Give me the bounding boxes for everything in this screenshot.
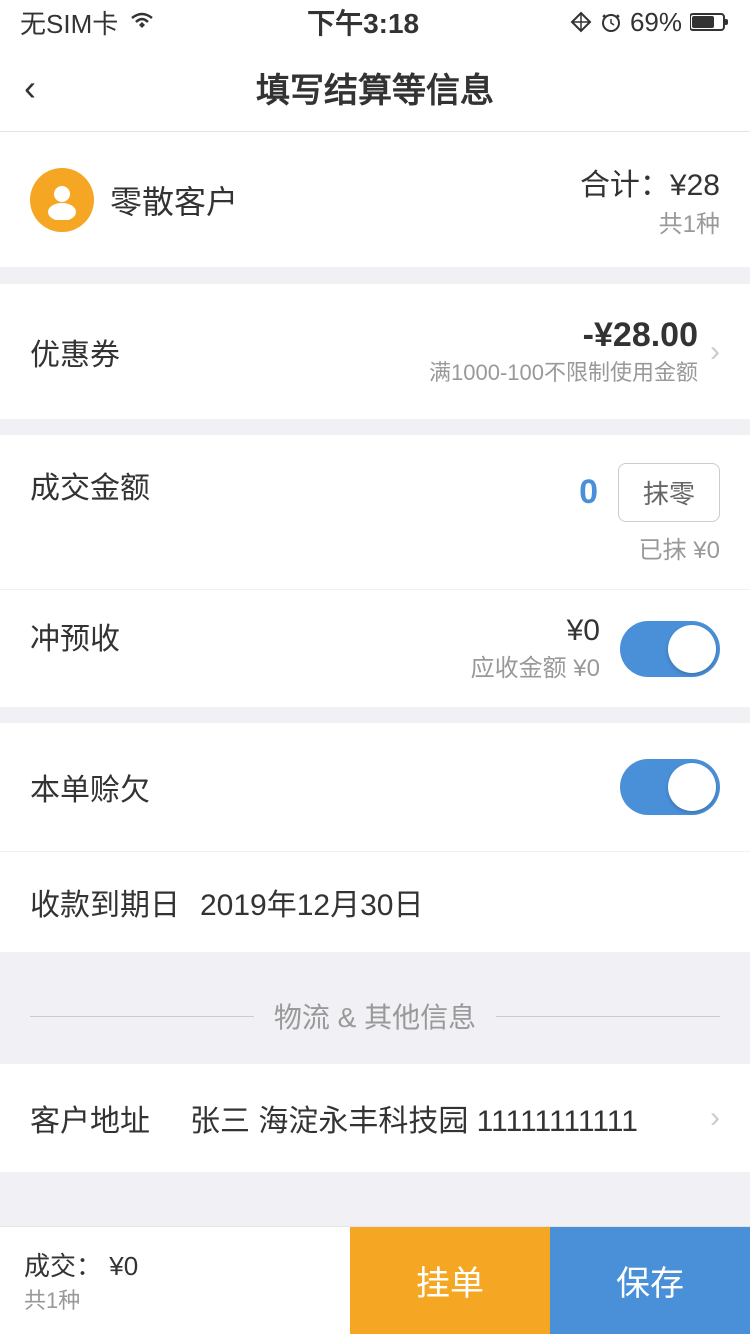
prepaid-label: 冲预收 xyxy=(30,614,120,658)
logistics-label: 物流 & 其他信息 xyxy=(274,996,476,1036)
deal-amount-right: 0 抹零 xyxy=(579,463,720,522)
bottom-count: 共1种 xyxy=(24,1283,326,1315)
prepaid-receivable: 应收金额 ¥0 xyxy=(471,648,600,683)
debt-toggle[interactable] xyxy=(620,759,720,815)
customer-total: 合计：¥28 共1种 xyxy=(580,160,720,239)
due-date-row[interactable]: 收款到期日 2019年12月30日 xyxy=(0,851,750,952)
page-title: 填写结算等信息 xyxy=(256,63,494,112)
debt-label: 本单赊欠 xyxy=(30,765,150,809)
hang-button[interactable]: 挂单 xyxy=(350,1227,550,1334)
prepaid-amount: ¥0 xyxy=(471,614,600,648)
coupon-label: 优惠券 xyxy=(30,330,120,374)
prepaid-row: 冲预收 ¥0 应收金额 ¥0 xyxy=(0,589,750,707)
address-section[interactable]: 客户地址 张三 海淀永丰科技园 11111111111 › xyxy=(0,1064,750,1172)
deal-amount-sub: 已抹 ¥0 xyxy=(0,530,750,589)
avatar xyxy=(30,168,94,232)
address-row[interactable]: 客户地址 张三 海淀永丰科技园 11111111111 › xyxy=(0,1064,750,1172)
prepaid-values: ¥0 应收金额 ¥0 xyxy=(471,614,600,683)
total-count: 共1种 xyxy=(580,204,720,239)
coupon-right: -¥28.00 满1000-100不限制使用金额 › xyxy=(429,316,720,387)
alarm-icon xyxy=(600,11,622,33)
chevron-right-icon: › xyxy=(710,335,720,369)
divider-right xyxy=(496,1016,720,1017)
status-bar: 无SIM卡 下午3:18 69% xyxy=(0,0,750,44)
bottom-deal-label: 成交： xyxy=(24,1251,102,1281)
round-button[interactable]: 抹零 xyxy=(618,463,720,522)
due-date-label: 收款到期日 xyxy=(30,880,180,924)
customer-left: 零散客户 xyxy=(30,168,238,232)
address-value: 张三 海淀永丰科技园 11111111111 xyxy=(190,1096,710,1140)
logistics-divider: 物流 & 其他信息 xyxy=(0,968,750,1064)
no-sim-text: 无SIM卡 xyxy=(20,4,118,41)
deal-amount-label: 成交金额 xyxy=(30,463,150,507)
coupon-value-block: -¥28.00 满1000-100不限制使用金额 xyxy=(429,316,698,387)
coupon-desc: 满1000-100不限制使用金额 xyxy=(429,355,698,387)
nav-bar: ‹ 填写结算等信息 xyxy=(0,44,750,132)
status-time: 下午3:18 xyxy=(307,2,419,42)
prepaid-right: ¥0 应收金额 ¥0 xyxy=(471,614,720,683)
debt-toggle-knob xyxy=(668,763,716,811)
save-button[interactable]: 保存 xyxy=(550,1227,750,1334)
coupon-section[interactable]: 优惠券 -¥28.00 满1000-100不限制使用金额 › xyxy=(0,283,750,419)
customer-section: 零散客户 合计：¥28 共1种 xyxy=(0,132,750,267)
address-label: 客户地址 xyxy=(30,1096,150,1140)
address-chevron-icon: › xyxy=(710,1101,720,1135)
debt-row: 本单赊欠 xyxy=(0,723,750,851)
bottom-deal: 成交： ¥0 xyxy=(24,1246,326,1283)
total-amount: 合计：¥28 xyxy=(580,160,720,204)
coupon-row[interactable]: 优惠券 -¥28.00 满1000-100不限制使用金额 › xyxy=(0,283,750,419)
status-left: 无SIM卡 xyxy=(20,4,156,41)
status-right: 69% xyxy=(570,7,730,38)
battery-text: 69% xyxy=(630,7,682,38)
location-icon xyxy=(570,11,592,33)
customer-row: 零散客户 合计：¥28 共1种 xyxy=(0,132,750,267)
deal-amount-section: 成交金额 0 抹零 已抹 ¥0 冲预收 ¥0 应收金额 ¥0 xyxy=(0,435,750,707)
back-button[interactable]: ‹ xyxy=(24,67,36,109)
toggle-knob xyxy=(668,625,716,673)
bottom-info: 成交： ¥0 共1种 xyxy=(0,1227,350,1334)
coupon-amount: -¥28.00 xyxy=(429,316,698,355)
deal-amount-row: 成交金额 0 抹零 xyxy=(0,435,750,530)
bottom-bar: 成交： ¥0 共1种 挂单 保存 xyxy=(0,1226,750,1334)
wifi-icon xyxy=(128,12,156,32)
due-date-value: 2019年12月30日 xyxy=(200,880,423,924)
battery-icon xyxy=(690,12,730,32)
customer-name: 零散客户 xyxy=(110,177,238,223)
bottom-deal-value: ¥0 xyxy=(109,1251,138,1281)
debt-section: 本单赊欠 收款到期日 2019年12月30日 xyxy=(0,723,750,952)
divider-left xyxy=(30,1016,254,1017)
prepaid-toggle[interactable] xyxy=(620,621,720,677)
deal-amount-value[interactable]: 0 xyxy=(579,473,598,512)
